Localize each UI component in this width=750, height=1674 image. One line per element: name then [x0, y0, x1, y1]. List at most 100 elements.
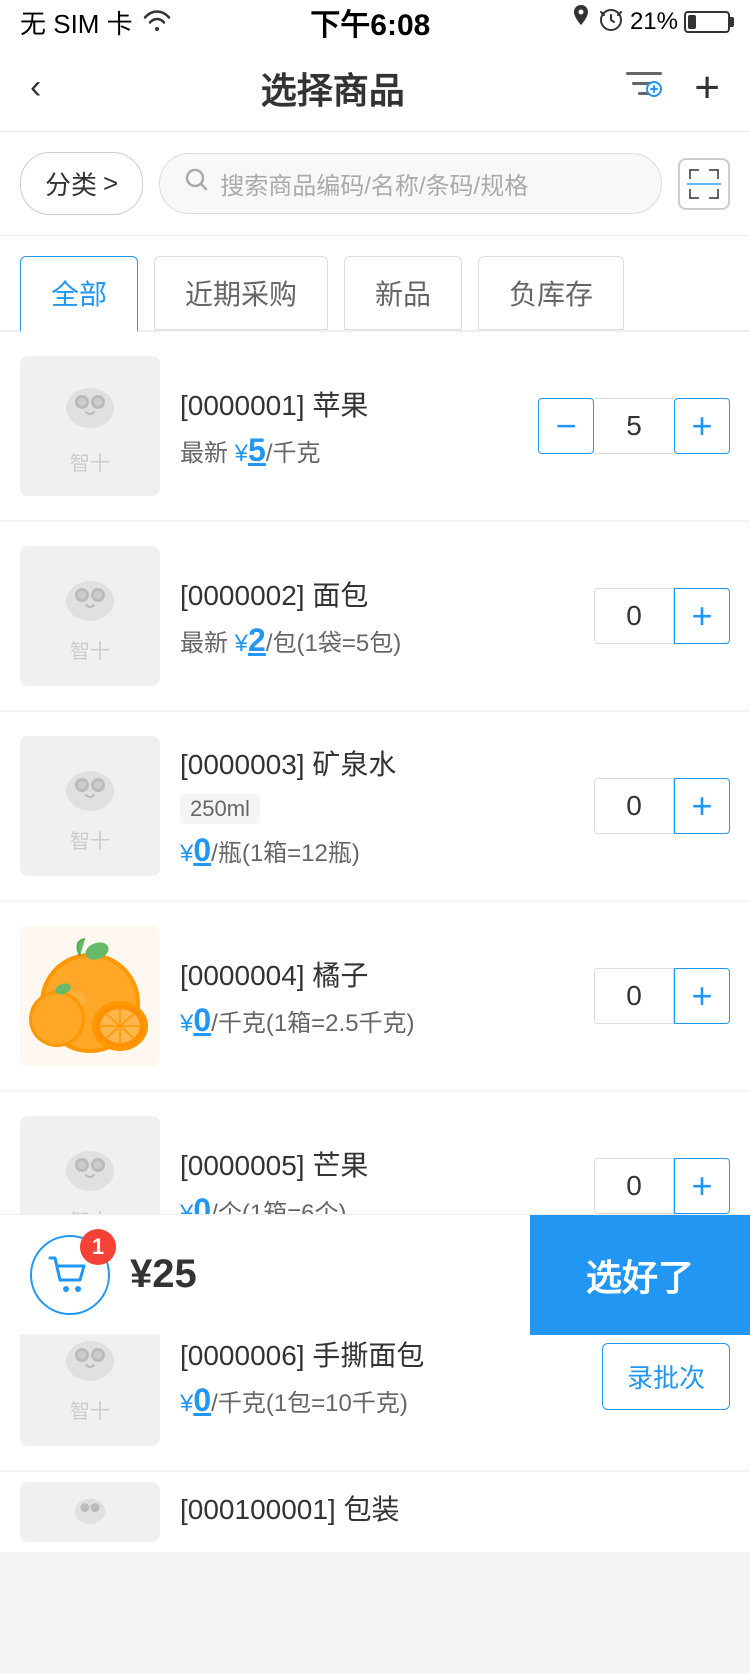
location-icon: [570, 5, 592, 40]
scan-button[interactable]: [678, 158, 730, 210]
product-image-0000003: 智十: [20, 736, 160, 876]
qty-control-0000001: − +: [538, 398, 730, 454]
cart-button[interactable]: 1: [30, 1235, 110, 1315]
product-name: [0000004] 橘子: [180, 954, 574, 994]
tabs-bar: 全部 近期采购 新品 负库存: [0, 236, 750, 332]
tab-recent[interactable]: 近期采购: [154, 256, 328, 330]
cart-section: 1 ¥25: [0, 1235, 530, 1315]
nav-bar: ‹ 选择商品 +: [0, 44, 750, 132]
product-spec: 250ml: [180, 794, 260, 824]
back-button[interactable]: ‹: [30, 68, 41, 107]
product-name: [0000003] 矿泉水: [180, 743, 574, 783]
product-price: ¥0/千克(1箱=2.5千克): [180, 1002, 574, 1039]
battery-icon: [684, 11, 730, 33]
brand-text: 智十: [70, 635, 110, 664]
carrier-text: 无 SIM 卡: [20, 4, 133, 41]
brand-text: 智十: [70, 1395, 110, 1424]
product-image-0000002: 智十: [20, 546, 160, 686]
list-item: 智十 [0000003] 矿泉水 250ml ¥0/瓶(1箱=12瓶) 0 +: [0, 712, 750, 900]
increment-button[interactable]: +: [674, 778, 730, 834]
increment-button[interactable]: +: [674, 1158, 730, 1214]
product-image-0000004: [20, 926, 160, 1066]
filter-button[interactable]: [624, 67, 664, 108]
price-value: 2: [248, 622, 266, 658]
placeholder-owl-icon: [60, 569, 120, 631]
wifi-icon: [143, 7, 171, 38]
battery-percentage: 21%: [630, 8, 678, 36]
product-list: 智十 [0000001] 苹果 最新 ¥5/千克 − +: [0, 332, 750, 1552]
orange-image: [25, 931, 155, 1061]
filter-bar: 分类 > 搜索商品编码/名称/条码/规格: [0, 132, 750, 236]
increment-button[interactable]: +: [674, 398, 730, 454]
price-unit: /瓶(1箱=12瓶): [211, 840, 360, 867]
search-box[interactable]: 搜索商品编码/名称/条码/规格: [159, 153, 662, 214]
product-info: [0000006] 手撕面包 ¥0/千克(1包=10千克): [180, 1334, 582, 1419]
cart-badge: 1: [80, 1229, 116, 1265]
list-item: [0000004] 橘子 ¥0/千克(1箱=2.5千克) 0 +: [0, 902, 750, 1090]
add-button[interactable]: +: [694, 63, 720, 113]
price-unit: /千克: [266, 440, 321, 467]
increment-button[interactable]: +: [674, 968, 730, 1024]
product-image-0000001: 智十: [20, 356, 160, 496]
batch-control: 录批次: [602, 1343, 730, 1410]
product-name: [0000005] 芒果: [180, 1144, 574, 1184]
increment-button[interactable]: +: [674, 588, 730, 644]
price-value: 5: [248, 432, 266, 468]
confirm-button[interactable]: 选好了: [530, 1215, 750, 1335]
brand-text: 智十: [70, 825, 110, 854]
search-icon: [184, 167, 210, 200]
product-price: 最新 ¥5/千克: [180, 432, 518, 469]
category-button[interactable]: 分类 >: [20, 152, 143, 215]
placeholder-owl-icon: [60, 1139, 120, 1201]
tab-negative[interactable]: 负库存: [478, 256, 624, 330]
tab-all[interactable]: 全部: [20, 256, 138, 332]
price-label: 最新: [180, 440, 235, 467]
price-unit: /包(1袋=5包): [266, 630, 401, 657]
price-unit: /千克(1箱=2.5千克): [211, 1010, 414, 1037]
product-info: [0000002] 面包 最新 ¥2/包(1袋=5包): [180, 574, 574, 659]
product-info: [0000004] 橘子 ¥0/千克(1箱=2.5千克): [180, 954, 574, 1039]
status-right: 21%: [570, 5, 730, 40]
alarm-icon: [598, 6, 624, 39]
price-label: 最新: [180, 630, 235, 657]
product-price: ¥0/千克(1包=10千克): [180, 1382, 582, 1419]
list-item: 智十 [0000001] 苹果 最新 ¥5/千克 − +: [0, 332, 750, 520]
qty-display: 0: [594, 588, 674, 644]
product-price: 最新 ¥2/包(1袋=5包): [180, 622, 574, 659]
product-name: [000100001] 包装: [180, 1488, 730, 1528]
placeholder-owl-icon: [70, 1491, 110, 1533]
tab-new[interactable]: 新品: [344, 256, 462, 330]
price-symbol: ¥: [235, 440, 248, 467]
status-bar: 无 SIM 卡 下午6:08 21%: [0, 0, 750, 44]
decrement-button[interactable]: −: [538, 398, 594, 454]
placeholder-owl-icon: [60, 376, 120, 443]
product-info: [0000003] 矿泉水 250ml ¥0/瓶(1箱=12瓶): [180, 743, 574, 869]
qty-control-0000004: 0 +: [594, 968, 730, 1024]
qty-display: 0: [594, 1158, 674, 1214]
bottom-bar: 1 ¥25 选好了: [0, 1214, 750, 1334]
product-name: [0000006] 手撕面包: [180, 1334, 582, 1374]
search-placeholder: 搜索商品编码/名称/条码/规格: [220, 166, 528, 201]
brand-text: 智十: [70, 447, 110, 476]
product-image-partial: [20, 1482, 160, 1542]
product-info: [0000001] 苹果 最新 ¥5/千克: [180, 384, 518, 469]
qty-input[interactable]: [594, 398, 674, 454]
price-unit: /千克(1包=10千克): [211, 1390, 408, 1417]
nav-actions: +: [624, 63, 720, 113]
product-name: [0000001] 苹果: [180, 384, 518, 424]
placeholder-owl-icon: [60, 759, 120, 821]
qty-display: 0: [594, 968, 674, 1024]
placeholder-owl-icon: [60, 1329, 120, 1391]
qty-control-0000003: 0 +: [594, 778, 730, 834]
product-info: [000100001] 包装: [180, 1488, 730, 1536]
page-title: 选择商品: [261, 62, 405, 114]
qty-control-0000005: 0 +: [594, 1158, 730, 1214]
batch-button[interactable]: 录批次: [602, 1343, 730, 1410]
qty-control-0000002: 0 +: [594, 588, 730, 644]
list-item: [000100001] 包装: [0, 1472, 750, 1552]
qty-display: 0: [594, 778, 674, 834]
status-left: 无 SIM 卡: [20, 4, 171, 41]
category-arrow: >: [103, 168, 118, 199]
cart-total: ¥25: [130, 1252, 197, 1297]
status-time: 下午6:08: [310, 0, 430, 44]
